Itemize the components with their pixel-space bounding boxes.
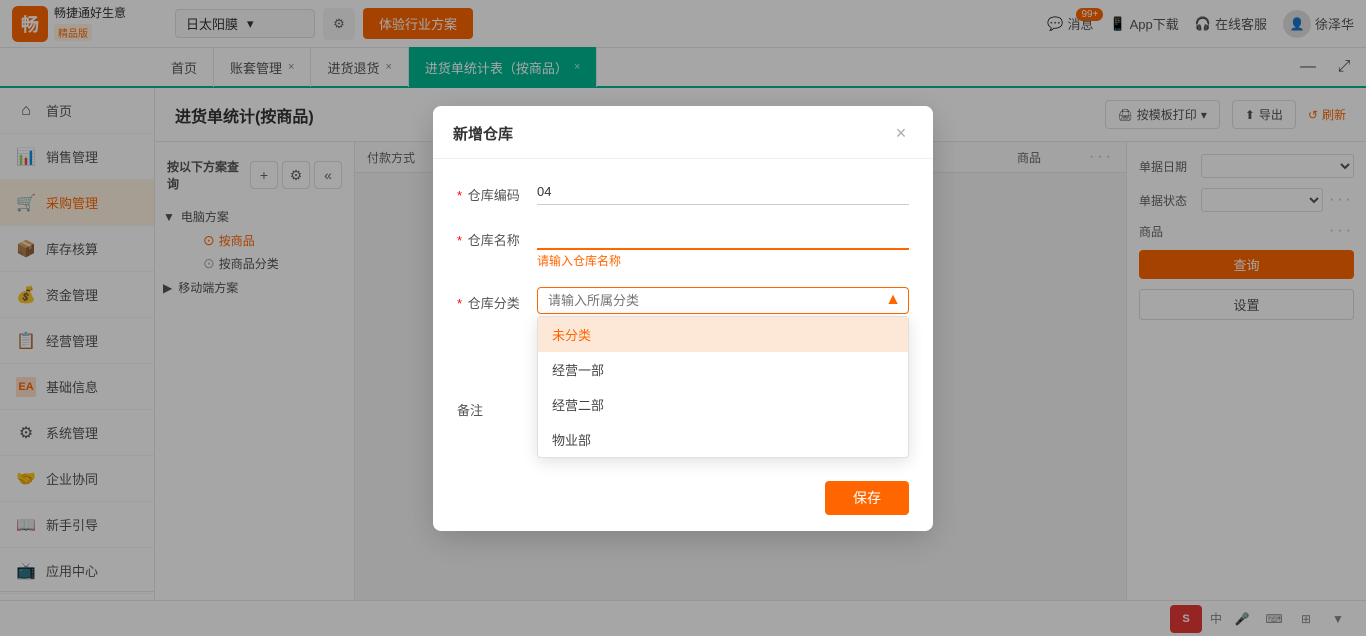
- page-wrapper: 畅 畅捷通好生意 精品版 日太阳膜 ▾ ⚙ 体验行业方案 💬 消息 99+ 📱 …: [0, 0, 1366, 636]
- category-input-wrap: ▲: [537, 287, 909, 314]
- code-label: * 仓库编码: [457, 179, 537, 204]
- dropdown-item-uncategorized[interactable]: 未分类: [538, 317, 908, 352]
- dropdown-item-property[interactable]: 物业部: [538, 422, 908, 457]
- form-row-code: * 仓库编码: [457, 179, 909, 205]
- form-row-category: * 仓库分类 ▲ 未分类 经营一部 经营二部 物业部: [457, 287, 909, 314]
- category-arrow-icon[interactable]: ▲: [885, 291, 901, 309]
- name-label: * 仓库名称: [457, 224, 537, 249]
- modal-close-button[interactable]: ×: [889, 122, 913, 146]
- modal-overlay: 新增仓库 × * 仓库编码 * 仓库名称: [0, 0, 1366, 636]
- dropdown-item-ops1[interactable]: 经营一部: [538, 352, 908, 387]
- required-star: *: [457, 188, 462, 203]
- category-dropdown: 未分类 经营一部 经营二部 物业部: [537, 316, 909, 458]
- modal-title: 新增仓库: [453, 123, 513, 144]
- remark-label: 备注: [457, 394, 537, 419]
- category-input[interactable]: [537, 287, 909, 314]
- modal-header: 新增仓库 ×: [433, 106, 933, 159]
- category-label: * 仓库分类: [457, 287, 537, 312]
- form-row-name: * 仓库名称 请输入仓库名称: [457, 223, 909, 269]
- modal-add-warehouse: 新增仓库 × * 仓库编码 * 仓库名称: [433, 106, 933, 531]
- modal-body: * 仓库编码 * 仓库名称 请输入仓库名称: [433, 159, 933, 469]
- name-error-msg: 请输入仓库名称: [537, 252, 621, 269]
- code-input[interactable]: [537, 179, 909, 205]
- modal-save-button[interactable]: 保存: [825, 481, 909, 515]
- name-input[interactable]: [537, 223, 909, 250]
- dropdown-item-ops2[interactable]: 经营二部: [538, 387, 908, 422]
- modal-footer: 保存: [433, 469, 933, 531]
